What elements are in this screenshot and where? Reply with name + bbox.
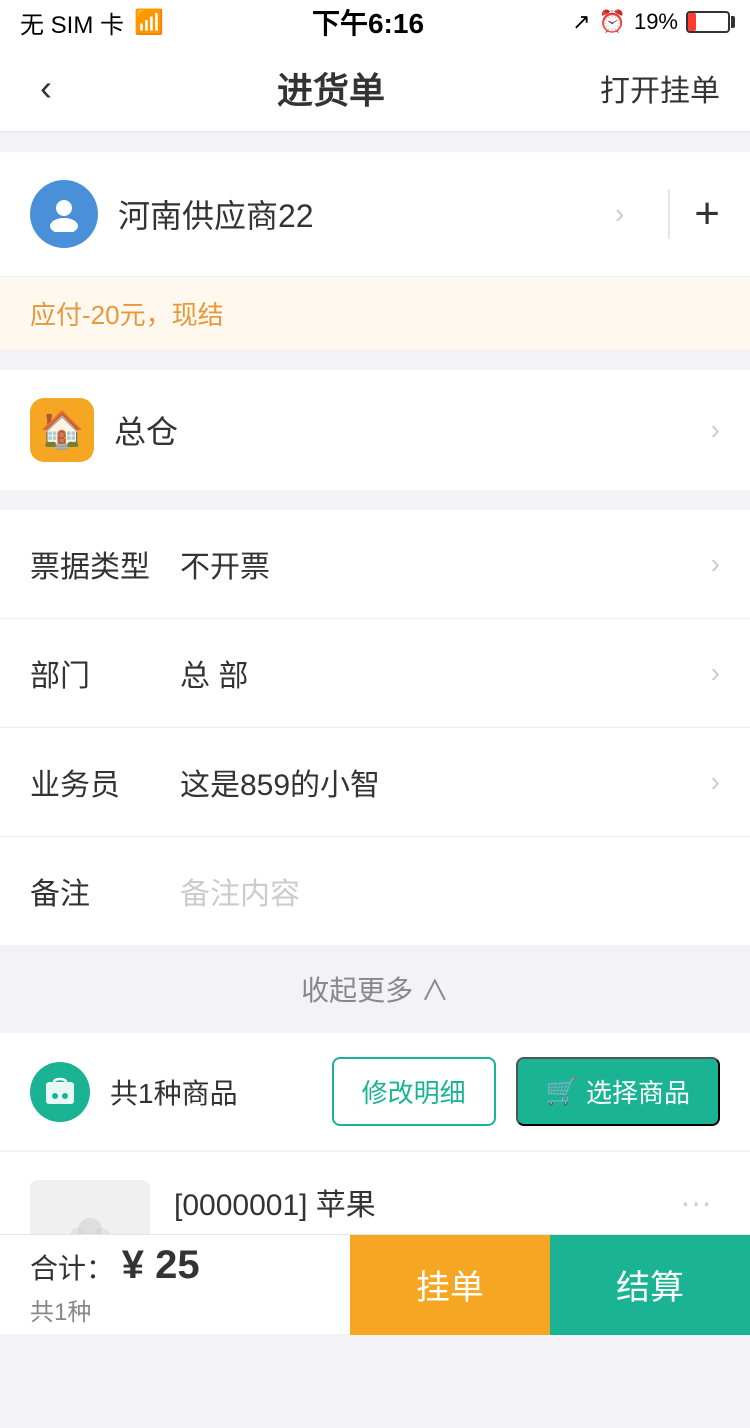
edit-details-button[interactable]: 修改明细: [332, 1057, 496, 1126]
bottom-bar: 合计： ¥ 25 共1种 挂单 结算: [0, 1234, 750, 1334]
remark-value: 备注内容: [180, 869, 720, 913]
status-left: 无 SIM 卡 📶: [20, 5, 164, 40]
invoice-type-row[interactable]: 票据类型 不开票 ›: [0, 510, 750, 619]
open-pending-button[interactable]: 打开挂单: [600, 66, 720, 110]
remark-row[interactable]: 备注 备注内容: [0, 837, 750, 945]
department-value: 总 部: [180, 651, 711, 695]
department-chevron-icon: ›: [711, 657, 720, 689]
section-gap-3: [0, 490, 750, 510]
location-icon: ↗: [572, 9, 590, 35]
section-gap-2: [0, 350, 750, 370]
department-row[interactable]: 部门 总 部 ›: [0, 619, 750, 728]
bottom-total-line: 合计： ¥ 25: [30, 1243, 320, 1288]
salesperson-row[interactable]: 业务员 这是859的小智 ›: [0, 728, 750, 837]
page-title: 进货单: [277, 62, 385, 114]
supplier-chevron-icon: ›: [615, 198, 624, 230]
notice-bar: 应付-20元，现结: [0, 277, 750, 350]
warehouse-name: 总仓: [114, 407, 711, 453]
product-more-button[interactable]: ···: [672, 1180, 720, 1225]
bottom-total-sub: 共1种: [30, 1292, 320, 1327]
goods-icon: [30, 1062, 90, 1122]
section-gap-1: [0, 132, 750, 152]
wifi-icon: 📶: [134, 8, 164, 37]
invoice-type-chevron-icon: ›: [711, 548, 720, 580]
salesperson-label: 业务员: [30, 760, 150, 804]
bottom-total-label: 合计：: [30, 1253, 114, 1284]
nav-bar: ‹ 进货单 打开挂单: [0, 44, 750, 132]
remark-label: 备注: [30, 869, 150, 913]
department-label: 部门: [30, 651, 150, 695]
salesperson-chevron-icon: ›: [711, 766, 720, 798]
carrier-text: 无 SIM 卡: [20, 5, 124, 40]
goods-header: 共1种商品 修改明细 🛒 选择商品: [0, 1033, 750, 1150]
battery-percent: 19%: [634, 9, 678, 35]
warehouse-chevron-icon: ›: [711, 414, 720, 446]
alarm-icon: ⏰: [599, 9, 626, 35]
goods-count: 共1种商品: [110, 1072, 312, 1112]
select-goods-label: 选择商品: [586, 1073, 690, 1110]
product-name: [0000001] 苹果: [174, 1180, 648, 1224]
select-goods-button[interactable]: 🛒 选择商品: [516, 1057, 720, 1126]
supplier-avatar: [30, 180, 98, 248]
warehouse-row[interactable]: 🏠 总仓 ›: [0, 370, 750, 490]
checkout-button[interactable]: 结算: [550, 1235, 750, 1335]
supplier-name: 河南供应商22: [118, 191, 615, 237]
invoice-type-label: 票据类型: [30, 542, 150, 586]
warehouse-icon: 🏠: [30, 398, 94, 462]
hang-order-button[interactable]: 挂单: [350, 1235, 550, 1335]
warehouse-section: 🏠 总仓 ›: [0, 370, 750, 490]
select-goods-icon: 🛒: [546, 1076, 578, 1107]
back-button[interactable]: ‹: [30, 57, 62, 119]
add-supplier-button[interactable]: +: [694, 189, 720, 239]
form-section: 票据类型 不开票 › 部门 总 部 › 业务员 这是859的小智 › 备注 备注…: [0, 510, 750, 945]
supplier-section: 河南供应商22 › + 应付-20元，现结: [0, 152, 750, 350]
status-right: ↗ ⏰ 19%: [572, 9, 730, 35]
status-time: 下午6:16: [312, 2, 424, 42]
supplier-divider: [668, 189, 670, 239]
battery-icon: [686, 11, 730, 33]
status-bar: 无 SIM 卡 📶 下午6:16 ↗ ⏰ 19%: [0, 0, 750, 44]
bottom-total-amount: ¥ 25: [122, 1243, 200, 1287]
bottom-total: 合计： ¥ 25 共1种: [0, 1243, 350, 1327]
invoice-type-value: 不开票: [180, 542, 711, 586]
collapse-bar[interactable]: 收起更多 ∧: [0, 945, 750, 1033]
supplier-row[interactable]: 河南供应商22 › +: [0, 152, 750, 277]
salesperson-value: 这是859的小智: [180, 760, 711, 804]
